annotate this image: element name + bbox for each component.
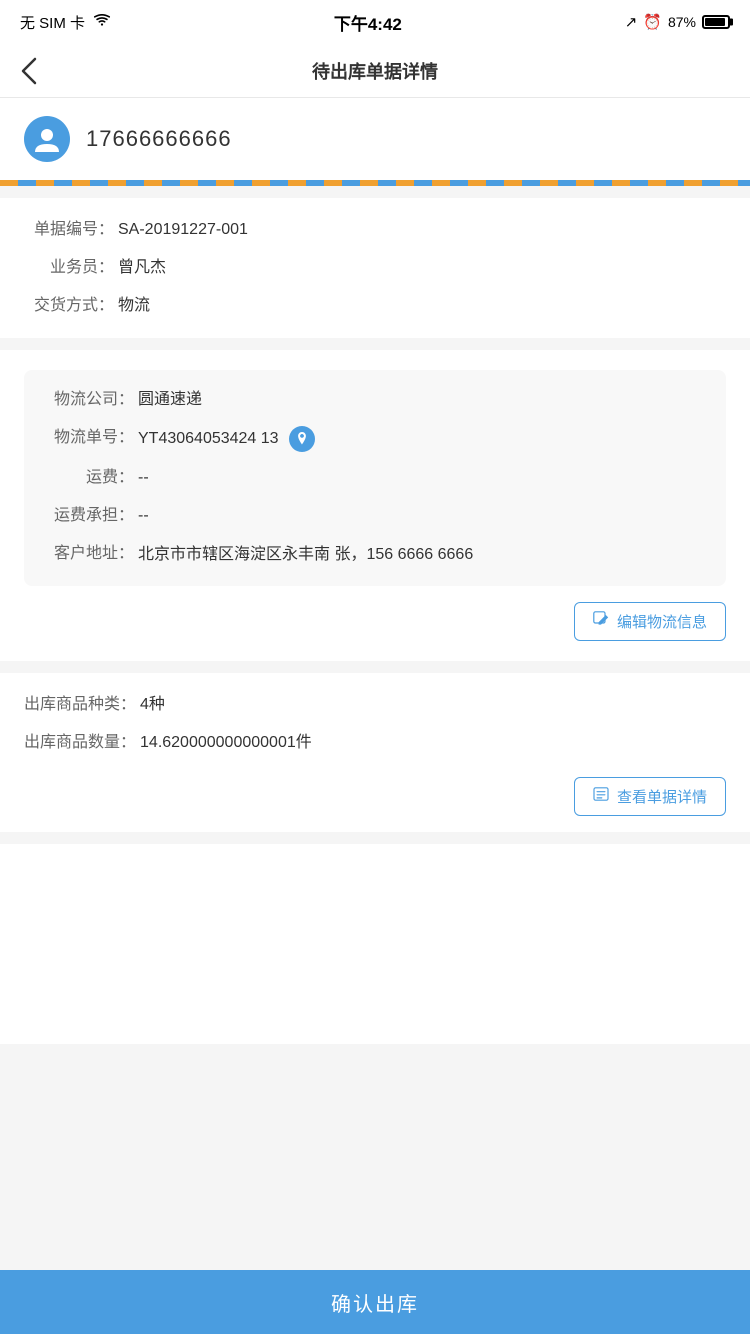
section-gap-4 <box>0 832 750 844</box>
salesperson-value: 曾凡杰 <box>118 256 726 280</box>
delivery-label: 交货方式： <box>24 294 114 318</box>
salesperson-label: 业务员： <box>24 256 114 280</box>
bottom-spacer <box>0 1044 750 1124</box>
confirm-btn-label: 确认出库 <box>331 1288 419 1317</box>
location-status-icon: ↗ <box>625 13 638 31</box>
address-value: 北京市市辖区海淀区永丰南 张，156 6666 6666 <box>138 542 706 568</box>
tracking-no-value: YT43064053424 13 <box>138 426 706 452</box>
edit-btn-row: 编辑物流信息 <box>24 602 726 641</box>
edit-icon <box>593 611 609 632</box>
user-phone: 17666666666 <box>86 126 232 152</box>
detail-icon <box>593 787 609 805</box>
order-no-value: SA-20191227-001 <box>118 218 726 242</box>
status-left: 无 SIM 卡 <box>20 12 111 33</box>
freight-bear-row: 运费承担： -- <box>44 504 706 528</box>
tracking-no-label: 物流单号： <box>44 426 134 450</box>
goods-quantity-row: 出库商品数量： 14.620000000000001件 <box>24 731 726 755</box>
goods-quantity-value: 14.620000000000001件 <box>140 731 726 755</box>
logistics-section: 物流公司： 圆通速递 物流单号： YT43064053424 13 运费： --… <box>0 350 750 661</box>
delivery-value: 物流 <box>118 294 726 318</box>
order-info-section: 单据编号： SA-20191227-001 业务员： 曾凡杰 交货方式： 物流 <box>0 198 750 338</box>
edit-logistics-label: 编辑物流信息 <box>617 611 707 632</box>
logistics-company-label: 物流公司： <box>44 388 134 412</box>
goods-types-label: 出库商品种类： <box>24 693 136 717</box>
nav-bar: 待出库单据详情 <box>0 44 750 98</box>
confirm-button[interactable]: 确认出库 <box>0 1270 750 1334</box>
wifi-icon <box>93 13 111 31</box>
avatar <box>24 116 70 162</box>
logistics-card: 物流公司： 圆通速递 物流单号： YT43064053424 13 运费： --… <box>24 370 726 586</box>
section-gap-1 <box>0 186 750 198</box>
detail-btn-label: 查看单据详情 <box>617 786 707 807</box>
address-row: 客户地址： 北京市市辖区海淀区永丰南 张，156 6666 6666 <box>44 542 706 568</box>
order-no-label: 单据编号： <box>24 218 114 242</box>
freight-row: 运费： -- <box>44 466 706 490</box>
status-bar: 无 SIM 卡 下午4:42 ↗ ⏰ 87% <box>0 0 750 44</box>
logistics-company-row: 物流公司： 圆通速递 <box>44 388 706 412</box>
order-no-row: 单据编号： SA-20191227-001 <box>24 218 726 242</box>
logistics-company-value: 圆通速递 <box>138 388 706 412</box>
goods-types-row: 出库商品种类： 4种 <box>24 693 726 717</box>
battery-icon <box>702 15 730 29</box>
goods-quantity-label: 出库商品数量： <box>24 731 136 755</box>
carrier-label: 无 SIM 卡 <box>20 12 85 33</box>
goods-section: 出库商品种类： 4种 出库商品数量： 14.620000000000001件 <box>0 673 750 761</box>
freight-label: 运费： <box>44 466 134 490</box>
detail-btn-section: 查看单据详情 <box>0 761 750 832</box>
empty-space <box>0 844 750 1044</box>
status-right: ↗ ⏰ 87% <box>625 13 730 31</box>
status-time: 下午4:42 <box>334 10 402 35</box>
user-header: 17666666666 <box>0 98 750 180</box>
salesperson-row: 业务员： 曾凡杰 <box>24 256 726 280</box>
alarm-icon: ⏰ <box>643 13 662 31</box>
section-gap-2 <box>0 338 750 350</box>
section-gap-3 <box>0 661 750 673</box>
back-button[interactable] <box>20 56 38 86</box>
edit-logistics-button[interactable]: 编辑物流信息 <box>574 602 726 641</box>
tracking-location-icon[interactable] <box>289 426 315 452</box>
battery-percent: 87% <box>668 14 696 30</box>
tracking-no-row: 物流单号： YT43064053424 13 <box>44 426 706 452</box>
freight-value: -- <box>138 466 706 490</box>
page-title: 待出库单据详情 <box>312 58 438 84</box>
goods-types-value: 4种 <box>140 693 726 717</box>
freight-bear-value: -- <box>138 504 706 528</box>
freight-bear-label: 运费承担： <box>44 504 134 528</box>
delivery-row: 交货方式： 物流 <box>24 294 726 318</box>
address-label: 客户地址： <box>44 542 134 566</box>
detail-btn-row: 查看单据详情 <box>0 761 750 832</box>
view-detail-button[interactable]: 查看单据详情 <box>574 777 726 816</box>
